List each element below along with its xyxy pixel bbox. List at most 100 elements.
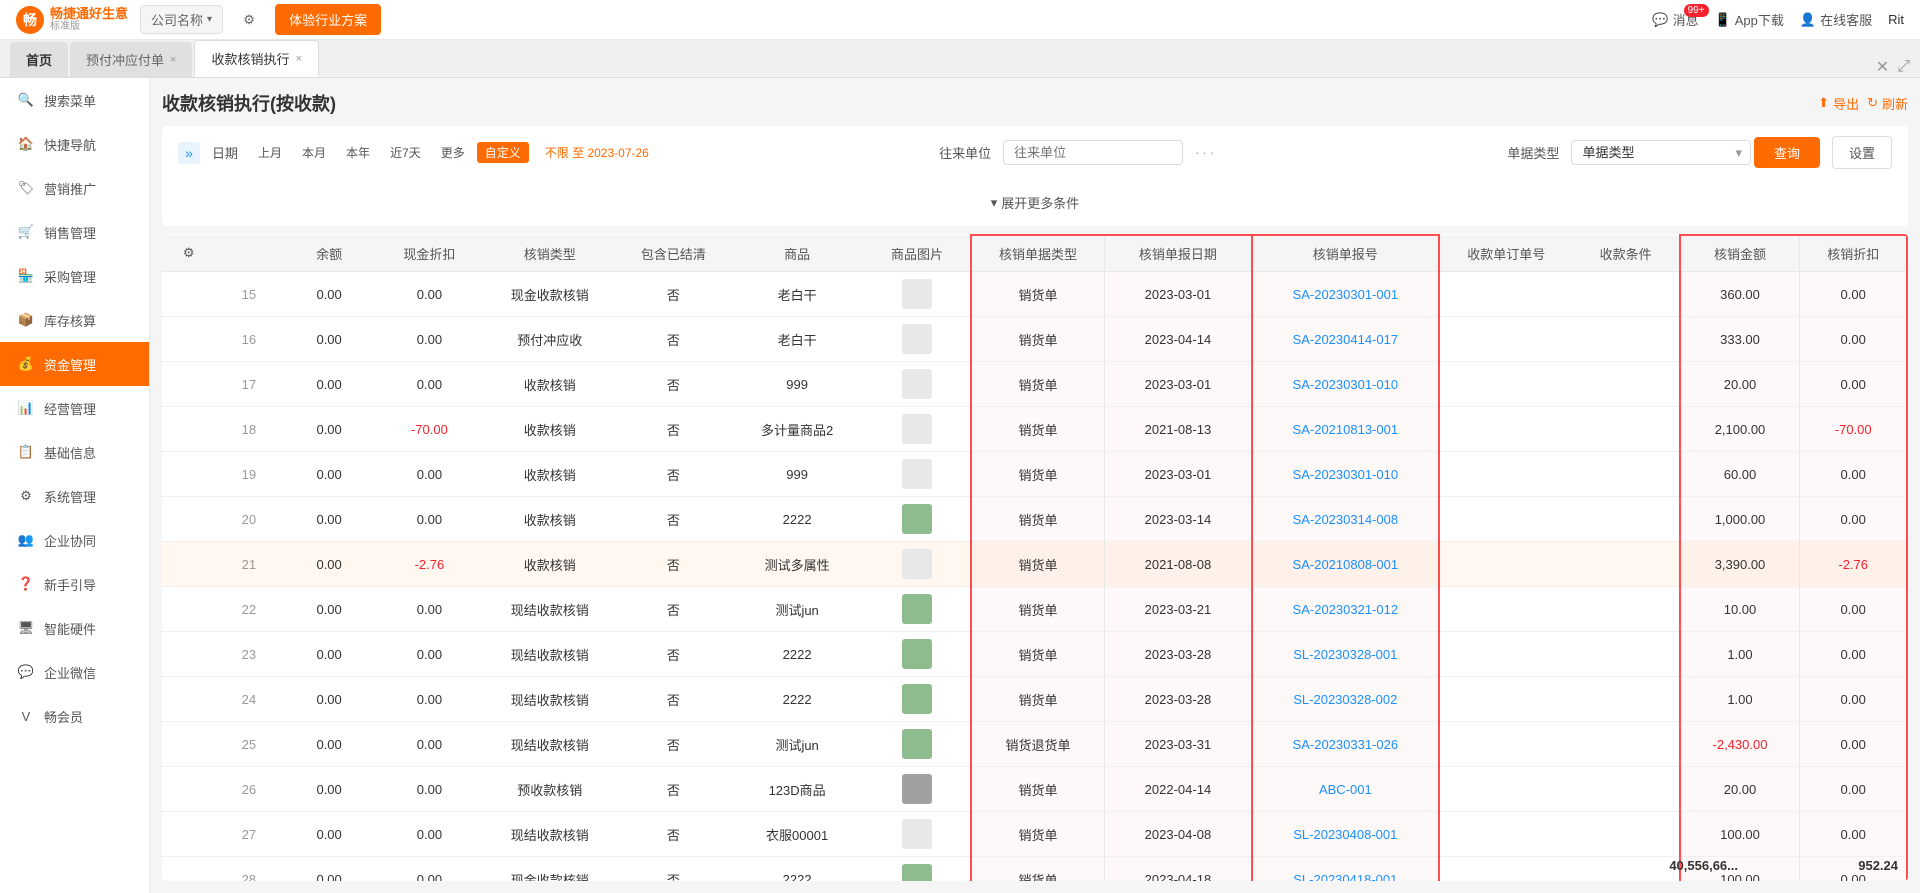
tab-receipt[interactable]: 收款核销执行 × [194,40,318,77]
industry-button[interactable]: 体验行业方案 [275,4,381,35]
bill-no-link[interactable]: SA-20230314-008 [1293,512,1399,527]
col-header-receipt-order-no: 收款单订单号 [1439,235,1573,272]
filter-collapse-btn[interactable]: » [178,142,200,164]
table-row: 28 0.00 0.00 现金收款核销 否 2222 销货单 2023-04-1… [162,857,1907,882]
sidebar-item-quicknav[interactable]: 🏠 快捷导航 [0,122,149,166]
company-selector[interactable]: 公司名称 ▾ [140,5,223,34]
partner-input[interactable] [1003,140,1183,165]
date-opt-thismonth[interactable]: 本月 [294,142,334,163]
cell-receipt-condition [1573,812,1680,857]
tab-prepay[interactable]: 预付冲应付单 × [70,42,192,77]
message-button[interactable]: 💬 消息 99+ [1652,10,1698,29]
cell-no: 27 [215,812,282,857]
cell-writeoff-type: 收款核销 [483,452,617,497]
settings-button[interactable]: ⚙ [235,6,263,34]
cell-bill-date: 2021-08-13 [1105,407,1252,452]
sidebar-item-smart[interactable]: 🖥 智能硬件 [0,606,149,650]
date-range-display: 不限 至 2023-07-26 [541,144,649,161]
cell-writeoff-type: 现结收款核销 [483,587,617,632]
date-opt-7days[interactable]: 近7天 [382,142,429,163]
cell-receipt-order-no [1439,632,1573,677]
tab-receipt-close[interactable]: × [295,53,301,65]
cell-cash-discount: 0.00 [376,767,483,812]
cell-product: 测试多属性 [730,542,864,587]
bill-no-link[interactable]: ABC-001 [1319,782,1372,797]
maximize-window-icon[interactable]: ⤢ [1897,58,1910,76]
app-download-button[interactable]: 📱 App下载 [1715,10,1784,29]
export-button[interactable]: ⬆ 导出 [1818,94,1859,113]
cell-writeoff-amount: 3,390.00 [1680,542,1800,587]
cell-bill-no: SA-20230301-010 [1252,362,1439,407]
content-area: 收款核销执行(按收款) ⬆ 导出 ↻ 刷新 » 日期 上月 [150,78,1920,893]
sidebar-item-inventory[interactable]: 📦 库存核算 [0,298,149,342]
cell-product: 999 [730,452,864,497]
sidebar-item-sales[interactable]: 🛒 销售管理 [0,210,149,254]
date-opt-more[interactable]: 更多 [433,142,473,163]
bill-no-link[interactable]: SA-20210808-001 [1293,557,1399,572]
sidebar-item-finance[interactable]: 💰 资金管理 [0,342,149,386]
bill-no-link[interactable]: SL-20230328-002 [1293,692,1397,707]
bill-no-link[interactable]: SL-20230408-001 [1293,827,1397,842]
cell-product-img [864,452,971,497]
close-window-icon[interactable]: ✕ [1876,57,1889,77]
bill-no-link[interactable]: SA-20210813-001 [1293,422,1399,437]
table-row: 21 0.00 -2.76 收款核销 否 测试多属性 销货单 2021-08-0… [162,542,1907,587]
cell-bill-type: 销货单 [971,857,1105,882]
date-opt-thisyear[interactable]: 本年 [338,142,378,163]
bill-no-link[interactable]: SL-20230328-001 [1293,647,1397,662]
bill-no-link[interactable]: SA-20230301-010 [1293,467,1399,482]
cell-no: 16 [215,317,282,362]
sidebar-item-wechat[interactable]: 💬 企业微信 [0,650,149,694]
setting-button[interactable]: 设置 [1832,136,1892,169]
sidebar-item-marketing[interactable]: 🏷 营销推广 [0,166,149,210]
bill-no-link[interactable]: SL-20230418-001 [1293,872,1397,882]
cell-writeoff-discount: 0.00 [1800,632,1907,677]
sidebar-item-collab[interactable]: 👥 企业协同 [0,518,149,562]
query-button[interactable]: 查询 [1754,137,1820,168]
cell-bill-date: 2023-03-31 [1105,722,1252,767]
cell-balance: 0.00 [282,407,376,452]
sidebar-item-vip[interactable]: V 畅会员 [0,694,149,738]
cell-product-img [864,587,971,632]
online-service-button[interactable]: 👤 在线客服 [1800,10,1872,29]
refresh-button[interactable]: ↻ 刷新 [1867,94,1908,113]
sidebar-item-purchase[interactable]: 🏪 采购管理 [0,254,149,298]
tab-prepay-label: 预付冲应付单 [86,50,164,69]
cell-receipt-condition [1573,407,1680,452]
cell-balance: 0.00 [282,677,376,722]
date-options: 上月 本月 本年 近7天 更多 自定义 [250,142,529,163]
cell-included: 否 [617,632,731,677]
tab-prepay-close[interactable]: × [170,54,176,66]
bill-no-link[interactable]: SA-20230301-001 [1293,287,1399,302]
sidebar-item-guide[interactable]: ❓ 新手引导 [0,562,149,606]
sidebar-label-business: 经营管理 [44,399,96,418]
refresh-icon: ↻ [1867,95,1878,111]
cell-receipt-condition [1573,362,1680,407]
table-row: 20 0.00 0.00 收款核销 否 2222 销货单 2023-03-14 … [162,497,1907,542]
cell-gear [162,767,215,812]
sidebar-item-basic[interactable]: 📋 基础信息 [0,430,149,474]
logo-sub-text: 标准版 [50,21,128,33]
tab-home[interactable]: 首页 [10,42,68,77]
bill-no-link[interactable]: SA-20230331-026 [1293,737,1399,752]
cell-writeoff-type: 预收款核销 [483,767,617,812]
cell-bill-no: SA-20210808-001 [1252,542,1439,587]
sidebar-item-search[interactable]: 🔍 搜索菜单 [0,78,149,122]
date-opt-lastmonth[interactable]: 上月 [250,142,290,163]
cell-writeoff-amount: 100.00 [1680,812,1800,857]
expand-conditions-btn[interactable]: ▾ 展开更多条件 [991,193,1080,212]
date-opt-custom[interactable]: 自定义 [477,142,529,163]
logo-main-text: 畅捷通好生意 [50,6,128,22]
cell-bill-type: 销货单 [971,272,1105,317]
cell-bill-type: 销货单 [971,767,1105,812]
bill-no-link[interactable]: SA-20230301-010 [1293,377,1399,392]
gear-icon[interactable]: ⚙ [183,245,195,260]
bill-no-link[interactable]: SA-20230321-012 [1293,602,1399,617]
bill-no-link[interactable]: SA-20230414-017 [1293,332,1399,347]
sidebar-item-system[interactable]: ⚙ 系统管理 [0,474,149,518]
cell-writeoff-amount: 360.00 [1680,272,1800,317]
sidebar-item-business[interactable]: 📊 经营管理 [0,386,149,430]
bill-type-select[interactable]: 单据类型 [1571,140,1751,165]
cell-bill-date: 2023-03-14 [1105,497,1252,542]
col-header-balance: 余额 [282,235,376,272]
